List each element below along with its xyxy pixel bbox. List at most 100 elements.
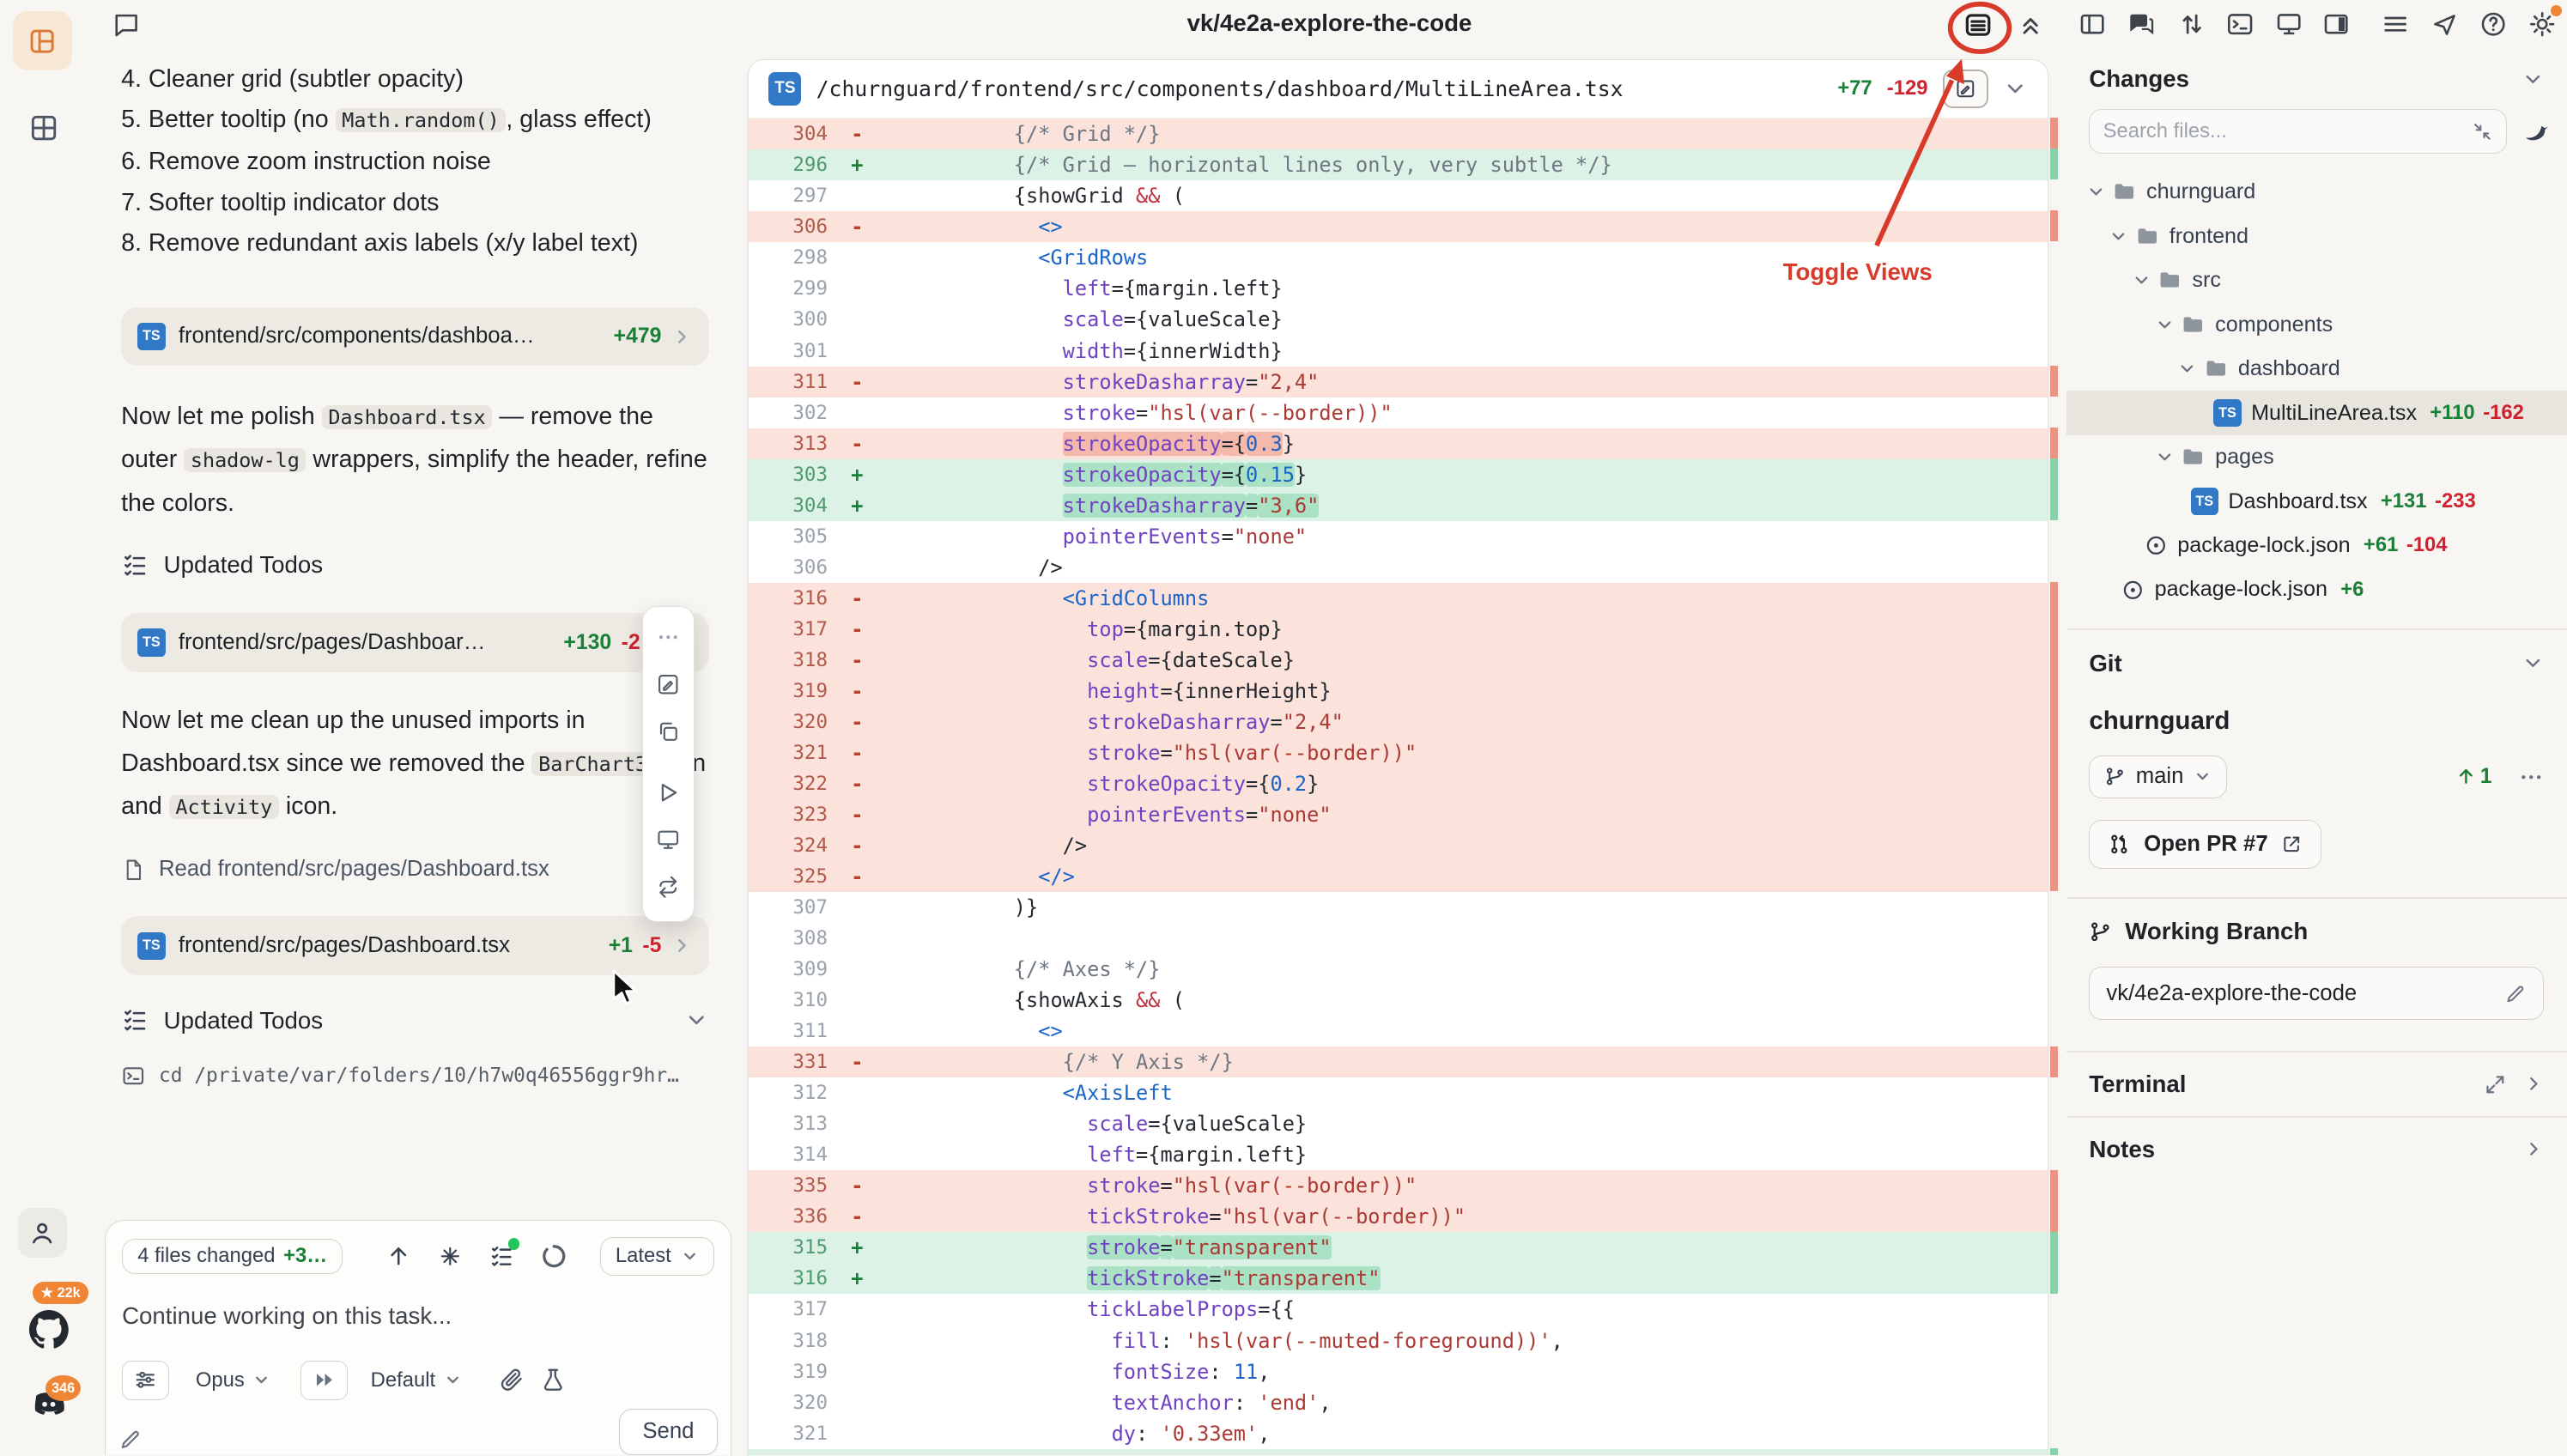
text-segment: Now let me polish [121, 403, 322, 430]
open-pr-button[interactable]: Open PR #7 [2089, 820, 2321, 870]
search-row [2089, 109, 2551, 153]
file-tree-row[interactable]: package-lock.json+61-104 [2066, 524, 2567, 567]
chevron-down-icon[interactable] [2521, 68, 2545, 91]
settings-button[interactable] [2525, 7, 2561, 43]
help-button[interactable] [2475, 7, 2511, 43]
person-icon [27, 1218, 57, 1247]
new-chat-button[interactable] [108, 7, 144, 43]
chevron-down-icon[interactable] [2521, 652, 2545, 675]
diff-view-button[interactable] [2174, 7, 2210, 43]
sparkle-button[interactable] [438, 1244, 463, 1269]
diff-overview-ruler[interactable] [2050, 118, 2059, 1455]
bird-icon[interactable] [2521, 117, 2551, 146]
file-tree-row[interactable]: dashboard [2066, 347, 2567, 391]
chevron-down-icon [2177, 359, 2197, 379]
compare-button[interactable] [643, 864, 694, 911]
file-chip[interactable]: TS frontend/src/pages/Dashboard.tsx +1-5 [121, 916, 709, 975]
version-dropdown[interactable]: Latest [600, 1237, 715, 1276]
terminal-header[interactable]: Terminal [2066, 1071, 2567, 1098]
chat-settings-button[interactable] [122, 1361, 169, 1400]
file-chip-path: frontend/src/pages/Dashboard.tsx [179, 933, 510, 958]
chevron-right-icon[interactable] [2523, 1138, 2545, 1160]
git-header[interactable]: Git [2066, 650, 2567, 677]
preset-dropdown[interactable]: Default [371, 1368, 462, 1392]
more-options-icon[interactable] [2518, 764, 2545, 791]
grid-view-button[interactable] [21, 105, 67, 150]
chevron-right-icon[interactable] [2523, 1073, 2545, 1095]
collapse-all-button[interactable] [2012, 7, 2048, 43]
updated-todos-row[interactable]: Updated Todos [121, 1006, 709, 1034]
file-tree-row[interactable]: frontend [2066, 214, 2567, 258]
diff-view-toggle-button[interactable] [1943, 70, 1988, 109]
files-changed-pill[interactable]: 4 files changed +3… [122, 1239, 343, 1274]
pencil-icon[interactable] [2504, 982, 2528, 1005]
collapse-tree-icon[interactable] [2472, 121, 2493, 143]
diff-row: 318- scale={dateScale} [749, 645, 2047, 676]
menu-button[interactable] [2377, 7, 2413, 43]
diff-marker: - [834, 1201, 880, 1232]
file-tree-row[interactable]: TSDashboard.tsx+131-233 [2066, 479, 2567, 523]
folder-icon [2112, 179, 2137, 204]
edit-diff-button[interactable] [643, 661, 694, 708]
file-tree-row[interactable]: package-lock.json+6 [2066, 567, 2567, 611]
diff-marker: + [834, 1263, 880, 1294]
chevron-down-icon[interactable] [2003, 76, 2028, 101]
line-number: 324 [749, 830, 834, 861]
preview-view-button[interactable] [2271, 7, 2307, 43]
terminal-command: cd /private/var/folders/10/h7w0q46556ggr… [159, 1065, 679, 1087]
file-tree-row[interactable]: pages [2066, 435, 2567, 479]
lab-button[interactable] [540, 1367, 567, 1393]
attach-button[interactable] [498, 1367, 525, 1393]
terminal-command-row[interactable]: cd /private/var/folders/10/h7w0q46556ggr… [121, 1064, 709, 1089]
file-label: dashboard [2238, 356, 2340, 381]
chat-list-item: 5. Better tooltip (no Math.random(), gla… [121, 100, 709, 142]
fast-forward-button[interactable] [300, 1361, 348, 1400]
chat-view-button[interactable] [2123, 7, 2159, 43]
diff-row: 306- <> [749, 211, 2047, 242]
more-options-button[interactable] [643, 613, 694, 660]
run-button[interactable] [643, 768, 694, 816]
diff-row: 296+ {/* Grid — horizontal lines only, v… [749, 149, 2047, 180]
updated-todos-row[interactable]: Updated Todos [121, 551, 709, 579]
changes-header[interactable]: Changes [2066, 65, 2567, 93]
file-tree-row[interactable]: churnguard [2066, 170, 2567, 214]
ts-file-icon: TS [137, 628, 165, 656]
workspace-button[interactable] [13, 11, 72, 70]
working-branch-field[interactable]: vk/4e2a-explore-the-code [2089, 967, 2544, 1020]
file-chip[interactable]: TS frontend/src/pages/Dashboar… +130-2… [121, 613, 709, 672]
read-file-row[interactable]: Read frontend/src/pages/Dashboard.tsx [121, 857, 709, 882]
search-box[interactable] [2089, 109, 2506, 153]
branch-selector[interactable]: main [2089, 755, 2227, 798]
send-button[interactable]: Send [619, 1409, 718, 1455]
queue-toggle-button[interactable] [1960, 7, 1996, 43]
copy-button[interactable] [643, 708, 694, 755]
file-tree-row[interactable]: src [2066, 258, 2567, 302]
todos-status-button[interactable] [489, 1243, 515, 1270]
file-tree-row[interactable]: TSMultiLineArea.tsx+110-162 [2066, 391, 2567, 434]
share-button[interactable] [2426, 7, 2462, 43]
preview-button[interactable] [643, 816, 694, 864]
file-label: frontend [2170, 224, 2248, 249]
terminal-view-button[interactable] [2222, 7, 2258, 43]
search-files-input[interactable] [2103, 119, 2472, 143]
folder-icon [2181, 312, 2206, 337]
pencil-icon[interactable] [118, 1427, 143, 1452]
github-button[interactable] [29, 1310, 69, 1350]
diff-marker: - [834, 1170, 880, 1201]
diff-marker: - [834, 614, 880, 645]
ts-file-icon: TS [2213, 399, 2241, 427]
account-button[interactable] [18, 1208, 67, 1257]
message-input[interactable]: Continue working on this task... [122, 1302, 714, 1330]
expand-icon[interactable] [2484, 1073, 2507, 1096]
chevron-down-icon[interactable] [684, 1008, 709, 1033]
model-dropdown[interactable]: Opus [196, 1368, 270, 1392]
notes-header[interactable]: Notes [2066, 1136, 2567, 1163]
toggle-right-panel-button[interactable] [2318, 7, 2354, 43]
diff-marker: - [834, 211, 880, 242]
file-chip[interactable]: TS frontend/src/components/dashboa… +479 [121, 307, 709, 367]
toggle-left-panel-button[interactable] [2074, 7, 2110, 43]
scroll-up-button[interactable] [385, 1243, 412, 1270]
line-number: 299 [749, 273, 834, 304]
code-line: fontSize: 11, [880, 1356, 1270, 1387]
file-tree-row[interactable]: components [2066, 302, 2567, 346]
